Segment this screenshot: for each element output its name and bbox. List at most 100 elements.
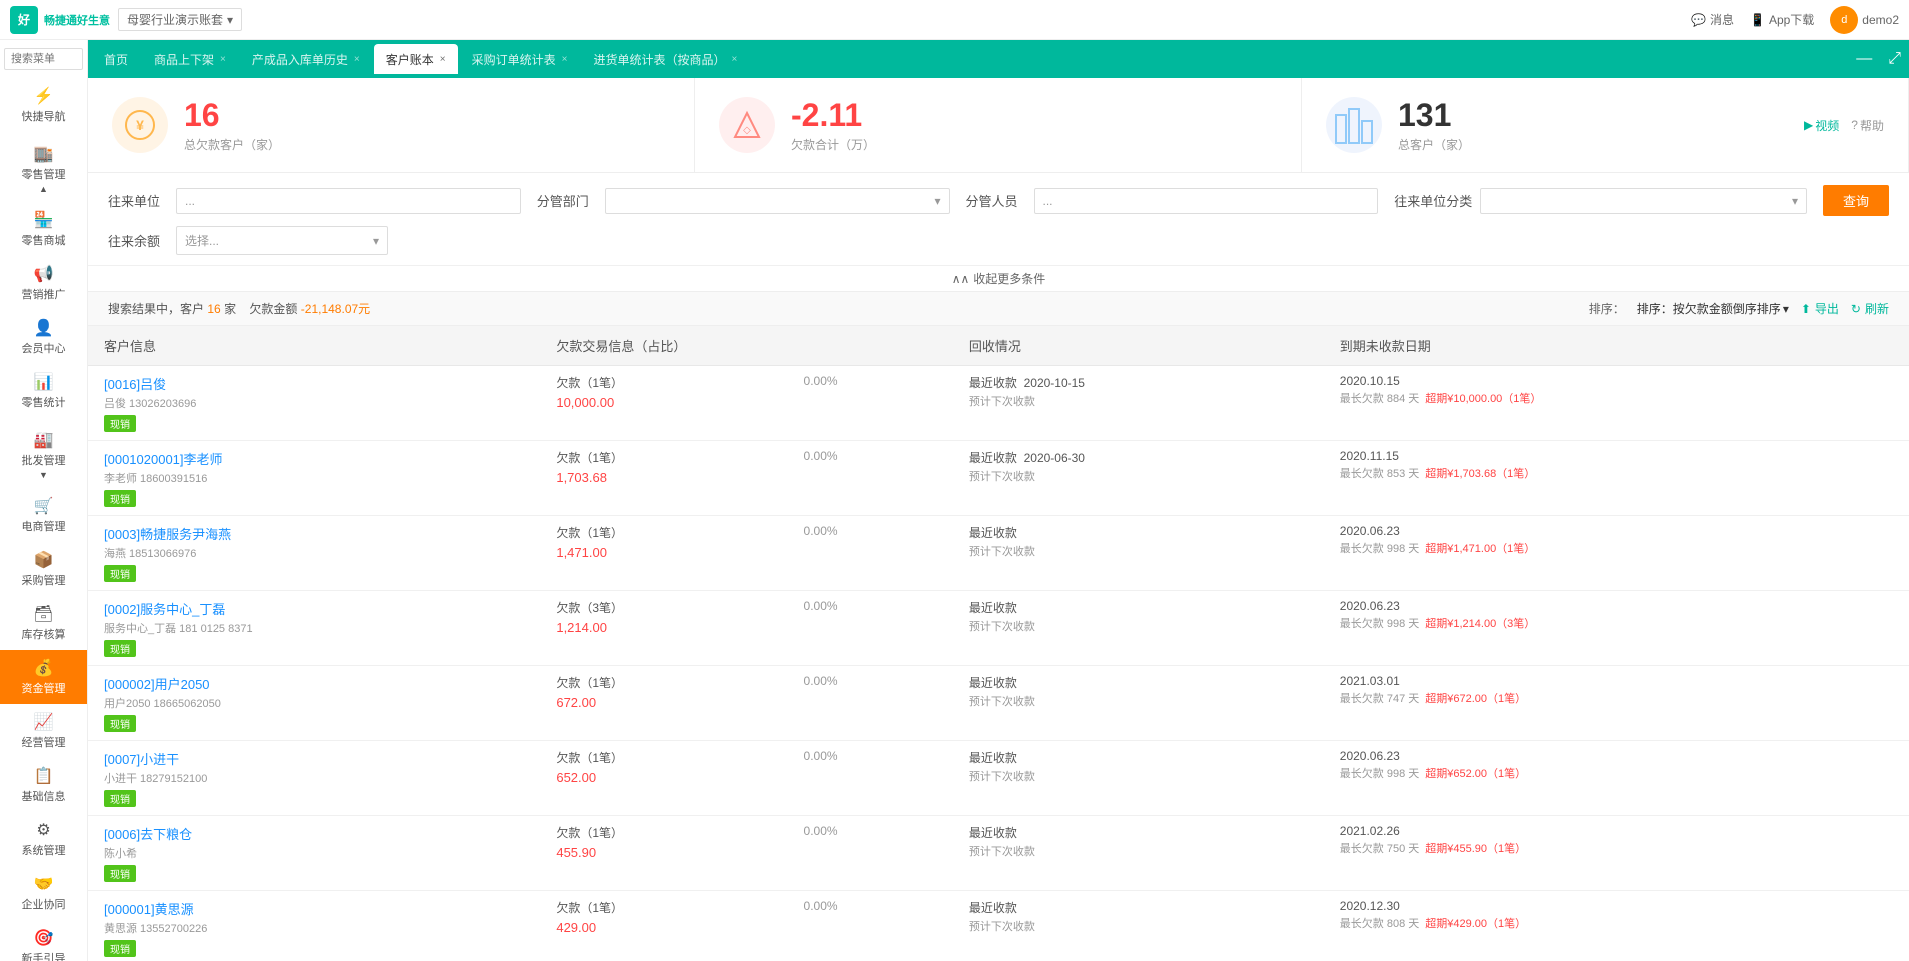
enterprise-label: 企业协同 <box>22 896 66 912</box>
tab-production-history-label: 产成品入库单历史 <box>252 51 348 68</box>
tab-product-status-label: 商品上下架 <box>154 51 214 68</box>
sidebar-item-sys-mgmt[interactable]: ⚙ 系统管理 <box>0 812 87 866</box>
overdue-link-0[interactable]: 超期¥10,000.00（1笔） <box>1425 390 1541 406</box>
tab-purchase-stats-close[interactable]: × <box>731 54 737 65</box>
member-label: 会员中心 <box>22 340 66 356</box>
overdue-days-0: 最长欠款 884 天 <box>1340 390 1419 406</box>
sidebar-item-inventory[interactable]: 🗃 库存核算 <box>0 596 87 650</box>
sidebar-item-marketing[interactable]: 📢 营销推广 <box>0 256 87 310</box>
debt-percent-5: 0.00% <box>804 749 937 763</box>
sidebar-item-new-guide[interactable]: 🎯 新手引导 <box>0 920 87 961</box>
cell-overdue-0: 2020.10.15 最长欠款 884 天 超期¥10,000.00（1笔） <box>1324 366 1909 441</box>
manager-placeholder: ... <box>1043 194 1053 208</box>
result-customer-unit: 家 <box>224 302 236 316</box>
cell-debt-info-4: 欠款（1笔） 672.00 <box>540 666 787 741</box>
customer-name-4[interactable]: [000002]用户2050 <box>104 677 210 692</box>
tab-purchase-order-close[interactable]: × <box>562 54 568 65</box>
debt-amount-6: 455.90 <box>556 845 771 860</box>
supplier-unit-input[interactable]: ... <box>176 188 521 214</box>
overdue-link-7[interactable]: 超期¥429.00（1笔） <box>1425 915 1526 931</box>
sort-selector[interactable]: 排序：按欠款金额倒序排序 ▾ <box>1637 300 1789 317</box>
customer-name-3[interactable]: [0002]服务中心_丁磊 <box>104 602 225 617</box>
industry-selector[interactable]: 母婴行业演示账套 ▾ <box>118 8 242 31</box>
overdue-link-4[interactable]: 超期¥672.00（1笔） <box>1425 690 1526 706</box>
refresh-btn[interactable]: ↻ 刷新 <box>1851 300 1889 317</box>
debt-count-2: 欠款（1笔） <box>556 524 771 541</box>
customer-contact-4: 用户2050 18665062050 <box>104 695 524 711</box>
customer-name-0[interactable]: [0016]吕俊 <box>104 377 166 392</box>
sidebar-item-quick-nav[interactable]: ⚡ 快捷导航 <box>0 78 87 132</box>
overdue-link-6[interactable]: 超期¥455.90（1笔） <box>1425 840 1526 856</box>
sidebar-item-ecommerce[interactable]: 🛒 电商管理 <box>0 488 87 542</box>
app-icon: 📱 <box>1750 13 1765 27</box>
customer-name-1[interactable]: [0001020001]李老师 <box>104 452 223 467</box>
user-profile-btn[interactable]: d demo2 <box>1830 6 1899 34</box>
tab-home-label: 首页 <box>104 51 128 68</box>
tab-customer-account[interactable]: 客户账本 × <box>374 44 458 74</box>
sidebar-item-purchase[interactable]: 📦 采购管理 <box>0 542 87 596</box>
customer-name-5[interactable]: [0007]小进干 <box>104 752 179 767</box>
tab-purchase-stats[interactable]: 进货单统计表（按商品） × <box>581 44 749 74</box>
debt-customers-label: 总欠款客户（家） <box>184 136 670 153</box>
stat-card-total-customers: 131 总客户（家） ▶ 视频 ? 帮助 <box>1302 78 1909 172</box>
customer-name-2[interactable]: [0003]畅捷服务尹海燕 <box>104 527 231 542</box>
sidebar: ⚡ 快捷导航 🏬 零售管理 ▲ 🏪 零售商城 📢 营销推广 👤 会员中心 <box>0 40 88 961</box>
filter-unit-category: 往来单位分类 ▾ <box>1394 188 1807 214</box>
tab-purchase-order[interactable]: 采购订单统计表 × <box>460 44 580 74</box>
search-input[interactable] <box>4 48 83 70</box>
tab-minimize-btn[interactable]: — <box>1852 50 1876 68</box>
result-prefix: 搜索结果中，客户 <box>108 302 204 316</box>
sidebar-item-batch-mgmt[interactable]: 🏭 批发管理 ▼ <box>0 422 87 488</box>
debt-amount-1: 1,703.68 <box>556 470 771 485</box>
sidebar-item-enterprise[interactable]: 🤝 企业协同 <box>0 866 87 920</box>
overdue-row-0: 最长欠款 884 天 超期¥10,000.00（1笔） <box>1340 390 1893 406</box>
help-video-btn[interactable]: ▶ 视频 <box>1804 117 1839 134</box>
tab-home[interactable]: 首页 <box>92 44 140 74</box>
sidebar-item-ops[interactable]: 📈 经营管理 <box>0 704 87 758</box>
overdue-link-3[interactable]: 超期¥1,214.00（3笔） <box>1425 615 1535 631</box>
retail-store-icon: 🏪 <box>34 210 54 230</box>
sidebar-item-retail-mgmt[interactable]: 🏬 零售管理 ▲ <box>0 136 87 202</box>
overdue-link-5[interactable]: 超期¥652.00（1笔） <box>1425 765 1526 781</box>
svg-text:¥: ¥ <box>136 117 144 133</box>
customer-name-6[interactable]: [0006]去下粮仓 <box>104 827 192 842</box>
overdue-date-4: 2021.03.01 <box>1340 674 1893 688</box>
tab-production-history-close[interactable]: × <box>354 54 360 65</box>
sidebar-item-base-info[interactable]: 📋 基础信息 <box>0 758 87 812</box>
tab-customer-account-close[interactable]: × <box>440 54 446 65</box>
collection-date-5: 最近收款 <box>969 749 1308 766</box>
collection-date-4: 最近收款 <box>969 674 1308 691</box>
balance-input[interactable]: 选择... ▾ <box>176 226 388 255</box>
message-label: 消息 <box>1710 11 1734 28</box>
overdue-row-2: 最长欠款 998 天 超期¥1,471.00（1笔） <box>1340 540 1893 556</box>
cell-debt-info-2: 欠款（1笔） 1,471.00 <box>540 516 787 591</box>
export-btn[interactable]: ⬆ 导出 <box>1801 300 1839 317</box>
th-customer-info: 客户信息 <box>88 326 540 366</box>
tab-expand-btn[interactable]: ⤢ <box>1884 50 1905 68</box>
debt-count-4: 欠款（1笔） <box>556 674 771 691</box>
cell-overdue-1: 2020.11.15 最长欠款 853 天 超期¥1,703.68（1笔） <box>1324 441 1909 516</box>
th-debt-info: 欠款交易信息（占比） <box>540 326 953 366</box>
tab-production-history[interactable]: 产成品入库单历史 × <box>240 44 372 74</box>
query-button[interactable]: 查询 <box>1823 185 1889 216</box>
app-download-btn[interactable]: 📱 App下载 <box>1750 11 1814 28</box>
overdue-link-2[interactable]: 超期¥1,471.00（1笔） <box>1425 540 1535 556</box>
filter-collapse-btn[interactable]: ∧∧ 收起更多条件 <box>88 265 1909 291</box>
sidebar-item-member[interactable]: 👤 会员中心 <box>0 310 87 364</box>
customer-name-7[interactable]: [000001]黄思源 <box>104 902 194 917</box>
unit-category-input[interactable]: ▾ <box>1480 188 1807 214</box>
help-doc-btn[interactable]: ? 帮助 <box>1851 117 1884 134</box>
cell-customer-info-1: [0001020001]李老师 李老师 18600391516 现销 <box>88 441 540 516</box>
sidebar-item-finance[interactable]: 💰 资金管理 <box>0 650 87 704</box>
message-btn[interactable]: 💬 消息 <box>1691 11 1734 28</box>
tab-product-status[interactable]: 商品上下架 × <box>142 44 238 74</box>
tab-product-status-close[interactable]: × <box>220 54 226 65</box>
cell-customer-info-0: [0016]吕俊 吕俊 13026203696 现销 <box>88 366 540 441</box>
overdue-row-5: 最长欠款 998 天 超期¥652.00（1笔） <box>1340 765 1893 781</box>
overdue-link-1[interactable]: 超期¥1,703.68（1笔） <box>1425 465 1535 481</box>
manager-input[interactable]: ... <box>1034 188 1379 214</box>
cell-customer-info-2: [0003]畅捷服务尹海燕 海燕 18513066976 现销 <box>88 516 540 591</box>
sidebar-item-retail-store[interactable]: 🏪 零售商城 <box>0 202 87 256</box>
department-input[interactable]: ▾ <box>605 188 950 214</box>
sidebar-item-retail-stats[interactable]: 📊 零售统计 <box>0 364 87 418</box>
